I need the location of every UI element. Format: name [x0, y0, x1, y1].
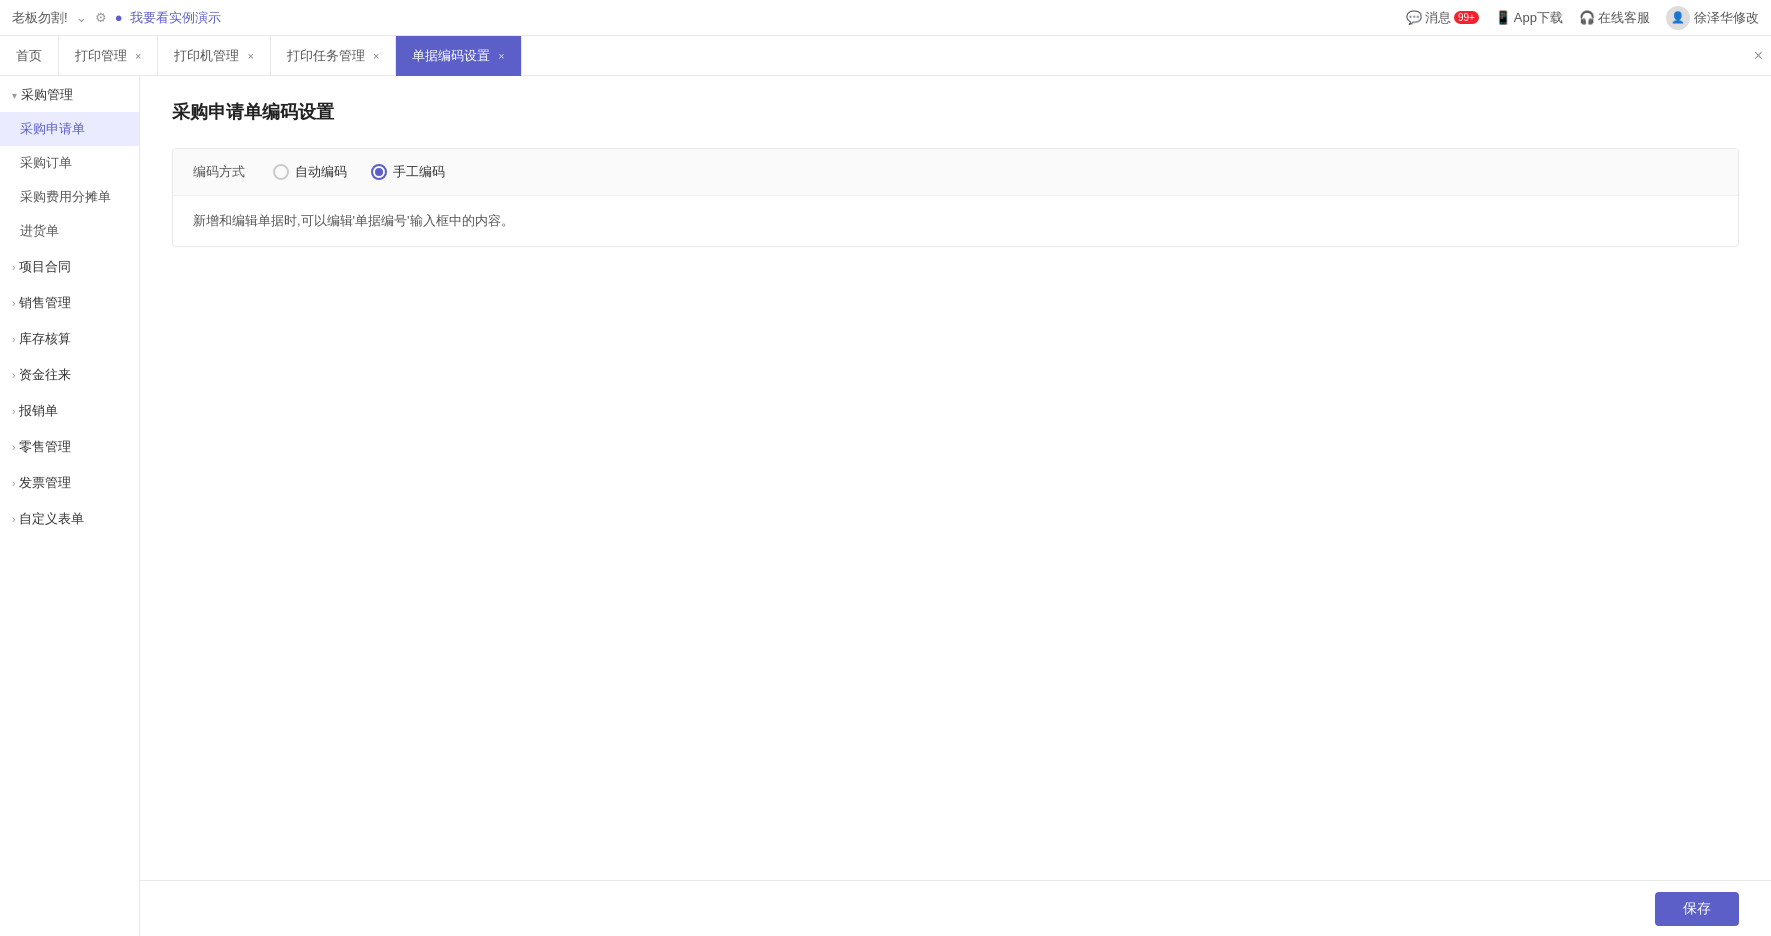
user-name-label: 徐泽华修改 — [1694, 9, 1759, 27]
content-area: 采购申请单编码设置 编码方式 自动编码 手工编码 — [140, 76, 1771, 936]
sidebar-group-inventory: › 库存核算 — [0, 320, 139, 356]
sidebar-item-purchase-expense[interactable]: 采购费用分摊单 — [0, 180, 139, 214]
arrow-right-icon-3: › — [12, 334, 15, 345]
chevron-down-icon[interactable]: ⌄ — [76, 10, 87, 25]
tab-home[interactable]: 首页 — [0, 36, 59, 76]
online-service-button[interactable]: 🎧 在线客服 — [1579, 9, 1650, 27]
sidebar-item-purchase-request[interactable]: 采购申请单 — [0, 112, 139, 146]
settings-panel: 编码方式 自动编码 手工编码 新增和编辑单据时,可以编辑'单据编号'输入框中的内… — [172, 148, 1739, 247]
sidebar-group-invoice-label: 发票管理 — [19, 474, 71, 492]
sidebar-group-purchase-title[interactable]: ▾ 采购管理 — [0, 76, 139, 112]
online-service-label: 在线客服 — [1598, 9, 1650, 27]
tab-print-management-close[interactable]: × — [135, 50, 141, 62]
top-bar: 老板勿割! ⌄ ⚙ ● 我要看实例演示 💬 消息 99+ 📱 App下载 🎧 在… — [0, 0, 1771, 36]
bottom-bar: 保存 — [140, 880, 1771, 936]
tab-code-settings-label: 单据编码设置 — [412, 47, 490, 65]
manual-code-label: 手工编码 — [393, 163, 445, 181]
announcement-text[interactable]: 我要看实例演示 — [130, 9, 221, 27]
top-bar-right: 💬 消息 99+ 📱 App下载 🎧 在线客服 👤 徐泽华修改 — [1406, 6, 1759, 30]
sidebar-group-inventory-title[interactable]: › 库存核算 — [0, 320, 139, 356]
auto-code-label: 自动编码 — [295, 163, 347, 181]
sidebar: ▾ 采购管理 采购申请单 采购订单 采购费用分摊单 进货单 › 项目合同 — [0, 76, 140, 936]
sidebar-group-purchase-label: 采购管理 — [21, 86, 73, 104]
sidebar-group-project: › 项目合同 — [0, 248, 139, 284]
top-bar-left: 老板勿割! ⌄ ⚙ ● 我要看实例演示 — [12, 9, 221, 27]
headset-icon: 🎧 — [1579, 10, 1595, 25]
arrow-down-icon: ▾ — [12, 90, 17, 101]
arrow-right-icon-5: › — [12, 406, 15, 417]
gear-icon[interactable]: ⚙ — [95, 10, 107, 25]
auto-code-radio-circle — [273, 164, 289, 180]
sidebar-group-retail-title[interactable]: › 零售管理 — [0, 428, 139, 464]
sidebar-group-custom-form-title[interactable]: › 自定义表单 — [0, 500, 139, 536]
code-method-row: 编码方式 自动编码 手工编码 — [173, 149, 1738, 196]
main-layout: ▾ 采购管理 采购申请单 采购订单 采购费用分摊单 进货单 › 项目合同 — [0, 76, 1771, 936]
save-button[interactable]: 保存 — [1655, 892, 1739, 926]
sidebar-group-retail-label: 零售管理 — [19, 438, 71, 456]
arrow-right-icon-7: › — [12, 478, 15, 489]
sidebar-group-reimbursement-label: 报销单 — [19, 402, 58, 420]
tab-bar: 首页 打印管理 × 打印机管理 × 打印任务管理 × 单据编码设置 × × — [0, 36, 1771, 76]
manual-code-radio-circle — [371, 164, 387, 180]
sidebar-item-goods-receipt[interactable]: 进货单 — [0, 214, 139, 248]
arrow-right-icon-6: › — [12, 442, 15, 453]
sidebar-group-finance-label: 资金往来 — [19, 366, 71, 384]
sidebar-group-reimbursement-title[interactable]: › 报销单 — [0, 392, 139, 428]
arrow-right-icon-1: › — [12, 262, 15, 273]
sidebar-group-project-title[interactable]: › 项目合同 — [0, 248, 139, 284]
tab-printer-management-label: 打印机管理 — [174, 47, 239, 65]
sidebar-group-finance-title[interactable]: › 资金往来 — [0, 356, 139, 392]
sidebar-group-inventory-label: 库存核算 — [19, 330, 71, 348]
message-badge: 99+ — [1454, 11, 1479, 24]
sidebar-group-finance: › 资金往来 — [0, 356, 139, 392]
sidebar-group-custom-form: › 自定义表单 — [0, 500, 139, 536]
sidebar-group-custom-form-label: 自定义表单 — [19, 510, 84, 528]
arrow-right-icon-2: › — [12, 298, 15, 309]
auto-code-radio[interactable]: 自动编码 — [273, 163, 347, 181]
hint-text: 新增和编辑单据时,可以编辑'单据编号'输入框中的内容。 — [173, 196, 1738, 246]
sidebar-group-project-label: 项目合同 — [19, 258, 71, 276]
message-button[interactable]: 💬 消息 99+ — [1406, 9, 1479, 27]
sidebar-group-retail: › 零售管理 — [0, 428, 139, 464]
tab-code-settings[interactable]: 单据编码设置 × — [396, 36, 521, 76]
tab-home-label: 首页 — [16, 47, 42, 65]
tab-code-settings-close[interactable]: × — [498, 50, 504, 62]
sidebar-group-sales-title[interactable]: › 销售管理 — [0, 284, 139, 320]
sidebar-group-reimbursement: › 报销单 — [0, 392, 139, 428]
user-avatar[interactable]: 👤 徐泽华修改 — [1666, 6, 1759, 30]
app-download-button[interactable]: 📱 App下载 — [1495, 9, 1563, 27]
sidebar-group-invoice-title[interactable]: › 发票管理 — [0, 464, 139, 500]
sidebar-group-invoice: › 发票管理 — [0, 464, 139, 500]
announcement-icon: ● — [115, 10, 123, 25]
message-icon: 💬 — [1406, 10, 1422, 25]
arrow-right-icon-8: › — [12, 514, 15, 525]
tab-print-task-management-label: 打印任务管理 — [287, 47, 365, 65]
manual-code-radio[interactable]: 手工编码 — [371, 163, 445, 181]
tab-print-task-management-close[interactable]: × — [373, 50, 379, 62]
page-title: 采购申请单编码设置 — [172, 100, 1739, 124]
close-all-tabs-button[interactable]: × — [1746, 39, 1771, 73]
logo-text: 老板勿割! — [12, 9, 68, 27]
tab-print-task-management[interactable]: 打印任务管理 × — [271, 36, 396, 76]
sidebar-group-purchase: ▾ 采购管理 采购申请单 采购订单 采购费用分摊单 进货单 — [0, 76, 139, 248]
message-label: 消息 — [1425, 9, 1451, 27]
sidebar-group-sales: › 销售管理 — [0, 284, 139, 320]
code-method-label: 编码方式 — [193, 163, 273, 181]
content-inner: 采购申请单编码设置 编码方式 自动编码 手工编码 — [140, 76, 1771, 880]
tab-printer-management-close[interactable]: × — [247, 50, 253, 62]
radio-group: 自动编码 手工编码 — [273, 163, 445, 181]
tab-print-management[interactable]: 打印管理 × — [59, 36, 158, 76]
avatar-icon: 👤 — [1666, 6, 1690, 30]
tab-printer-management[interactable]: 打印机管理 × — [158, 36, 270, 76]
tab-print-management-label: 打印管理 — [75, 47, 127, 65]
arrow-right-icon-4: › — [12, 370, 15, 381]
sidebar-group-sales-label: 销售管理 — [19, 294, 71, 312]
sidebar-item-purchase-order[interactable]: 采购订单 — [0, 146, 139, 180]
app-download-label: App下载 — [1514, 9, 1563, 27]
app-icon: 📱 — [1495, 10, 1511, 25]
